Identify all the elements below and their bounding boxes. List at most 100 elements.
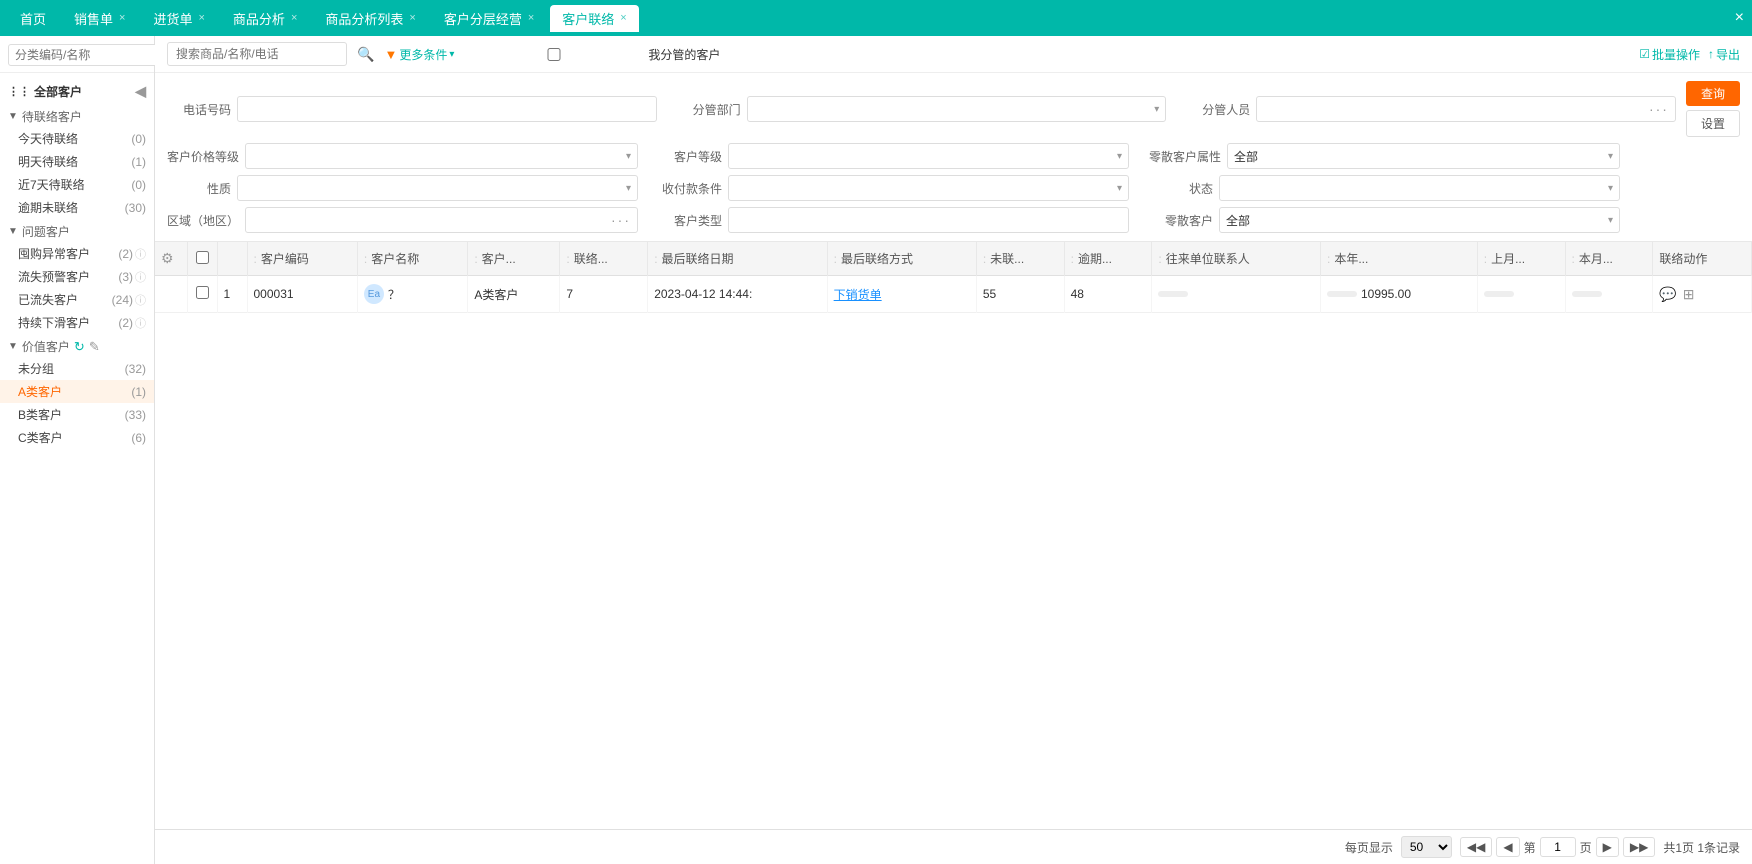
manager-input-wrap[interactable]: ··· bbox=[1256, 96, 1676, 122]
filter-phone: 电话号码 bbox=[167, 96, 657, 122]
last-page-button[interactable]: ▶▶ bbox=[1623, 837, 1655, 857]
close-all-button[interactable]: × bbox=[1735, 9, 1744, 27]
row-checkbox[interactable] bbox=[196, 286, 209, 299]
row-actions: 💬 ⊞ bbox=[1653, 276, 1752, 313]
my-customers-checkbox[interactable]: 我分管的客户 bbox=[464, 46, 720, 63]
col-unit-contact: :往来单位联系人 bbox=[1152, 242, 1321, 276]
row-type: A类客户 bbox=[468, 276, 560, 313]
close-purchase-icon[interactable]: × bbox=[198, 12, 204, 24]
filter-manager: 分管人员 ··· bbox=[1186, 96, 1676, 122]
sidebar-item-declining[interactable]: 持续下滑客户 (2) ⓘ bbox=[0, 311, 154, 334]
nav-sales[interactable]: 销售单 × bbox=[62, 5, 137, 32]
price-level-wrap[interactable]: ▾ bbox=[245, 143, 638, 169]
row-name: Ea ？ bbox=[357, 276, 467, 313]
row-index: 1 bbox=[217, 276, 247, 313]
sidebar-search-area: 🔍 bbox=[0, 36, 154, 73]
sidebar-item-loss-warning[interactable]: 流失预警客户 (3) ⓘ bbox=[0, 265, 154, 288]
nav-home[interactable]: 首页 bbox=[8, 5, 58, 32]
select-all-checkbox[interactable] bbox=[196, 251, 209, 264]
batch-op-button[interactable]: ☑ 批量操作 bbox=[1639, 46, 1700, 63]
value-refresh-icon[interactable]: ↻ bbox=[74, 339, 85, 355]
sidebar-item-overdue[interactable]: 逾期未联络 (30) bbox=[0, 196, 154, 219]
col-this-year: :本年... bbox=[1320, 242, 1477, 276]
nav-analysis[interactable]: 商品分析 × bbox=[221, 5, 309, 32]
filter-retail-customer: 零散客户 全部 ▾ bbox=[1149, 207, 1620, 233]
nav-analysis-list[interactable]: 商品分析列表 × bbox=[313, 5, 427, 32]
filter-search-icon[interactable]: 🔍 bbox=[357, 46, 374, 63]
query-button[interactable]: 查询 bbox=[1686, 81, 1740, 106]
row-last-method: 下销货单 bbox=[827, 276, 976, 313]
customer-avatar: Ea bbox=[364, 284, 384, 304]
close-contact-icon[interactable]: × bbox=[620, 12, 626, 24]
sidebar-item-class-a[interactable]: A类客户 (1) bbox=[0, 380, 154, 403]
chat-icon[interactable]: 💬 bbox=[1659, 286, 1676, 303]
row-checkbox-cell bbox=[187, 276, 217, 313]
sidebar-all-customers[interactable]: ⋮⋮ 全部客户 ◀ bbox=[0, 79, 154, 104]
sidebar: 🔍 ⋮⋮ 全部客户 ◀ ▼ 待联络客户 今天待联络 (0) 明天待联络 (1) bbox=[0, 36, 155, 864]
sidebar-item-tomorrow[interactable]: 明天待联络 (1) bbox=[0, 150, 154, 173]
dept-input-wrap[interactable]: ▾ bbox=[747, 96, 1167, 122]
row-unit-contact bbox=[1152, 276, 1321, 313]
retail-attr-wrap[interactable]: 全部 ▾ bbox=[1227, 143, 1620, 169]
search-input[interactable] bbox=[167, 42, 347, 66]
qr-icon[interactable]: ⊞ bbox=[1683, 286, 1695, 303]
sidebar-item-7days[interactable]: 近7天待联络 (0) bbox=[0, 173, 154, 196]
col-settings: ⚙ bbox=[155, 242, 187, 276]
sidebar-item-class-b[interactable]: B类客户 (33) bbox=[0, 403, 154, 426]
sidebar-section-pending[interactable]: ▼ 待联络客户 bbox=[0, 104, 154, 127]
payment-wrap[interactable]: ▾ bbox=[728, 175, 1129, 201]
sidebar-item-unclassified[interactable]: 未分组 (32) bbox=[0, 357, 154, 380]
customer-type-wrap[interactable] bbox=[728, 207, 1129, 233]
page-number-input[interactable] bbox=[1540, 837, 1576, 857]
value-edit-icon[interactable]: ✎ bbox=[89, 339, 100, 355]
nav-customer-contact[interactable]: 客户联络 × bbox=[550, 5, 638, 32]
customer-level-wrap[interactable]: ▾ bbox=[728, 143, 1129, 169]
dept-arrow-icon: ▾ bbox=[1154, 104, 1159, 115]
nature-wrap[interactable]: ▾ bbox=[237, 175, 638, 201]
nav-purchase[interactable]: 进货单 × bbox=[141, 5, 216, 32]
close-analysis-icon[interactable]: × bbox=[291, 12, 297, 24]
sidebar-collapse-icon: ◀ bbox=[135, 83, 146, 100]
row-settings-cell bbox=[155, 276, 187, 313]
nav-customer-segment[interactable]: 客户分层经营 × bbox=[432, 5, 546, 32]
phone-input-wrap[interactable] bbox=[237, 96, 657, 122]
close-analysis-list-icon[interactable]: × bbox=[409, 12, 415, 24]
sidebar-search-input[interactable] bbox=[8, 44, 177, 66]
sidebar-item-abnormal[interactable]: 囤购异常客户 (2) ⓘ bbox=[0, 242, 154, 265]
prev-page-button[interactable]: ◀ bbox=[1496, 837, 1519, 857]
export-button[interactable]: ↑ 导出 bbox=[1708, 46, 1740, 63]
sidebar-item-lost[interactable]: 已流失客户 (24) ⓘ bbox=[0, 288, 154, 311]
more-conditions-button[interactable]: ▼ 更多条件 ▾ bbox=[384, 46, 454, 63]
customer-level-arrow: ▾ bbox=[1117, 151, 1122, 162]
close-sales-icon[interactable]: × bbox=[119, 12, 125, 24]
filter-region: 区域（地区） ··· bbox=[167, 207, 638, 233]
col-code: :客户编码 bbox=[247, 242, 357, 276]
sidebar-item-today[interactable]: 今天待联络 (0) bbox=[0, 127, 154, 150]
sidebar-section-problem[interactable]: ▼ 问题客户 bbox=[0, 219, 154, 242]
region-wrap[interactable]: ··· bbox=[245, 207, 638, 233]
col-checkbox bbox=[187, 242, 217, 276]
status-wrap[interactable]: ▾ bbox=[1219, 175, 1620, 201]
page-size-select[interactable]: 20 50 100 bbox=[1401, 836, 1452, 858]
filter-retail-attr: 零散客户属性 全部 ▾ bbox=[1149, 143, 1620, 169]
top-nav: 首页 销售单 × 进货单 × 商品分析 × 商品分析列表 × 客户分层经营 × … bbox=[0, 0, 1752, 36]
row-this-year: 10995.00 bbox=[1320, 276, 1477, 313]
next-page-button[interactable]: ▶ bbox=[1596, 837, 1619, 857]
row-contacts: 7 bbox=[560, 276, 648, 313]
settings-button[interactable]: 设置 bbox=[1686, 110, 1740, 137]
sidebar-item-class-c[interactable]: C类客户 (6) bbox=[0, 426, 154, 449]
filter-row-4: 区域（地区） ··· 客户类型 零散客户 bbox=[167, 207, 1740, 233]
retail-customer-wrap[interactable]: 全部 ▾ bbox=[1219, 207, 1620, 233]
close-segment-icon[interactable]: × bbox=[528, 12, 534, 24]
first-page-button[interactable]: ◀◀ bbox=[1460, 837, 1492, 857]
my-customers-check[interactable] bbox=[464, 48, 644, 61]
filter-customer-type: 客户类型 bbox=[658, 207, 1129, 233]
info-icon-lost: ⓘ bbox=[135, 292, 146, 308]
table-area: ⚙ :客户编码 :客户名称 :客户... bbox=[155, 242, 1752, 829]
region-dots-icon: ··· bbox=[611, 212, 631, 228]
retail-customer-arrow: ▾ bbox=[1608, 215, 1613, 226]
manager-dots-icon: ··· bbox=[1649, 101, 1669, 117]
table-settings-icon[interactable]: ⚙ bbox=[161, 250, 174, 266]
filter-row-3: 性质 ▾ 收付款条件 ▾ 状态 bbox=[167, 175, 1740, 201]
sidebar-section-value[interactable]: ▼ 价值客户 ↻ ✎ bbox=[0, 334, 154, 357]
